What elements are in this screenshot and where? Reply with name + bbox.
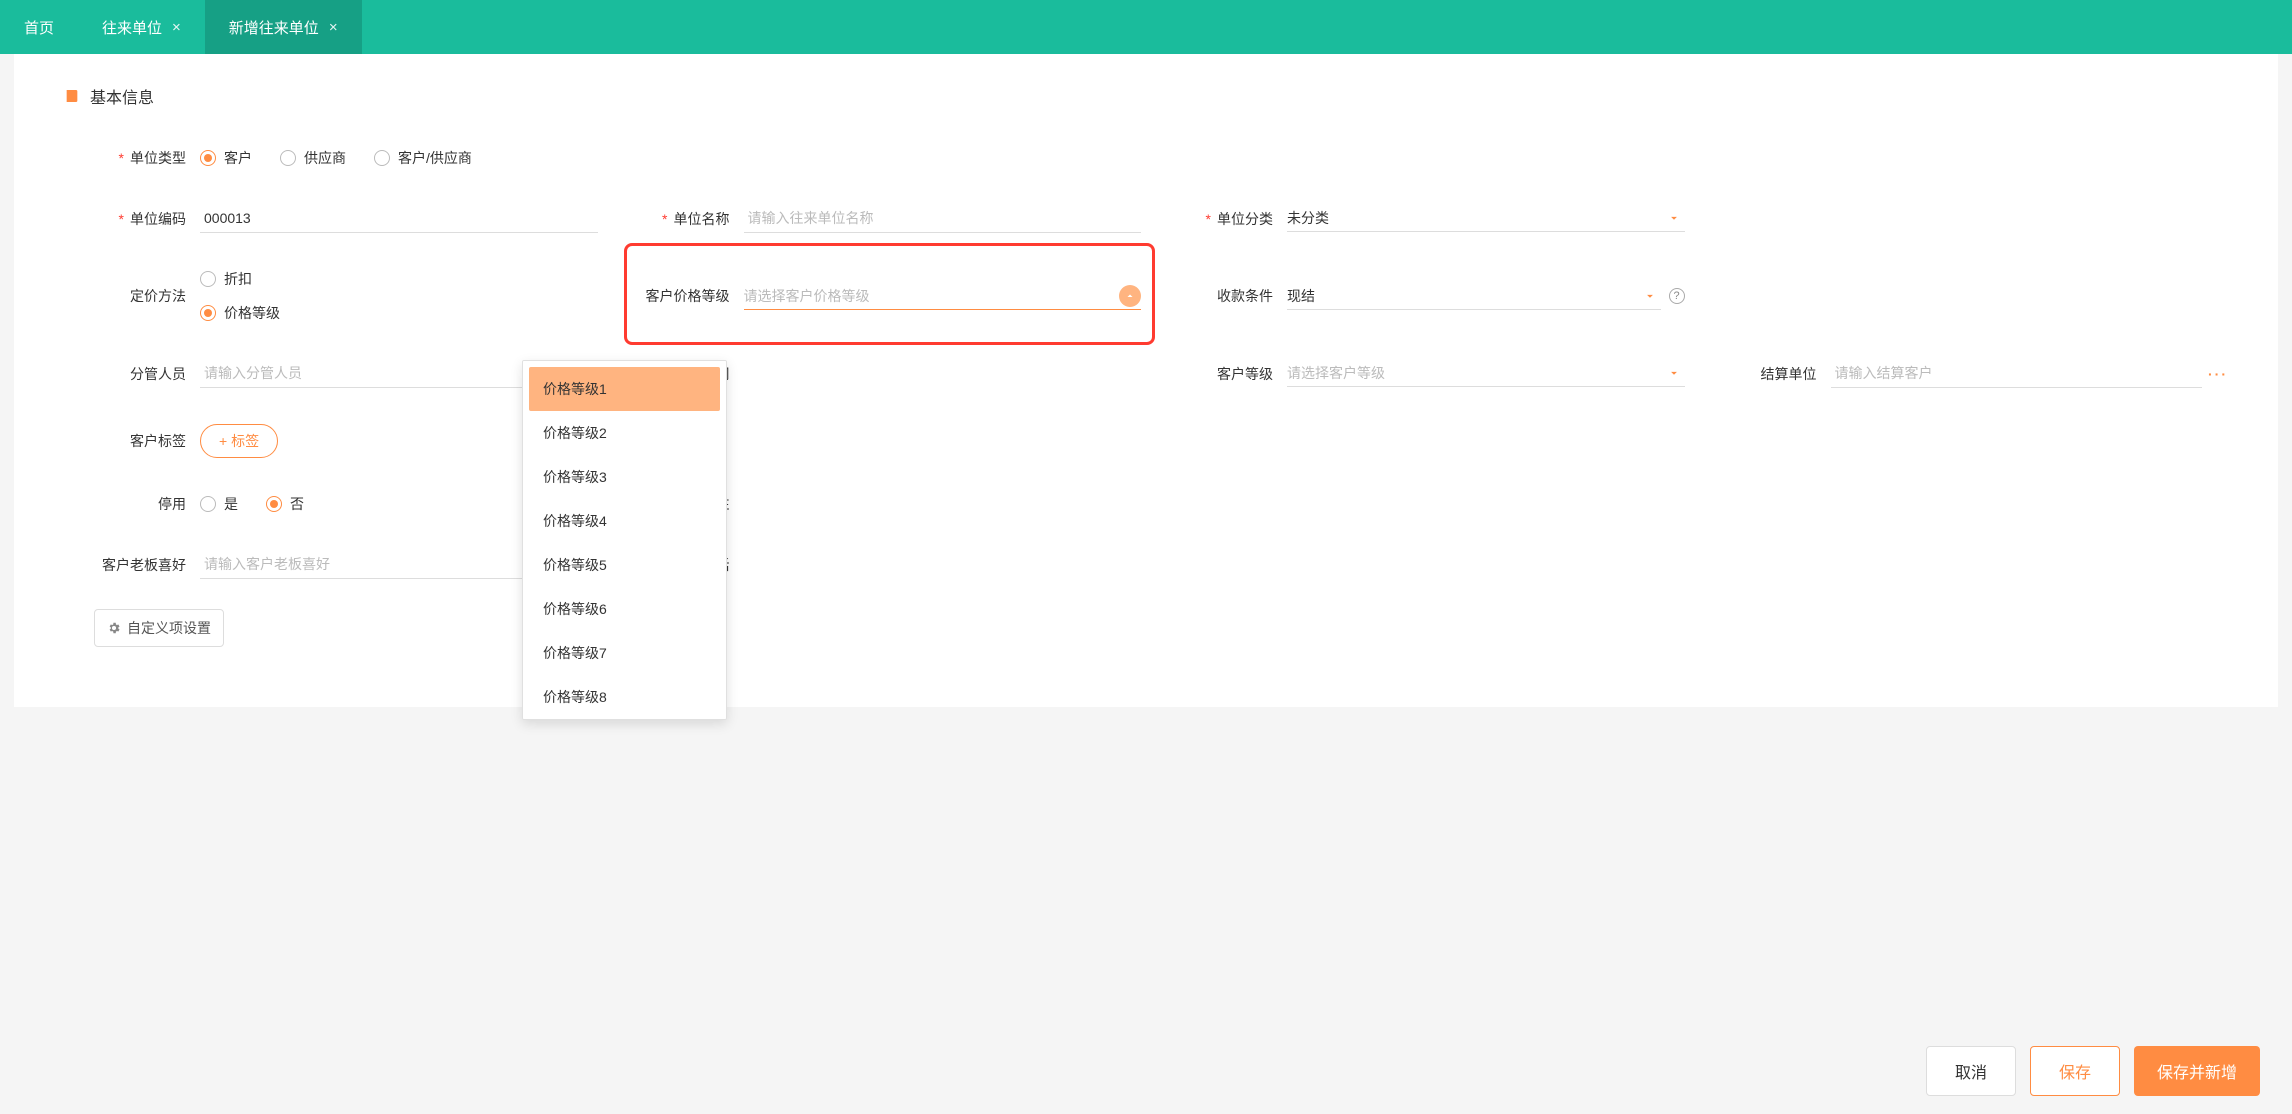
dropdown-item[interactable]: 价格等级8	[529, 675, 720, 719]
form-panel: 基本信息 单位类型 客户 供应商 客户/供应商 单位编码 单位名称 单位分类	[14, 54, 2278, 707]
label-unit-category: 单位分类	[1181, 209, 1273, 229]
dropdown-item[interactable]: 价格等级3	[529, 455, 720, 499]
label-unit-name: 单位名称	[638, 209, 730, 229]
chevron-down-icon	[1639, 285, 1661, 307]
price-level-select[interactable]: 请选择客户价格等级	[744, 283, 1142, 310]
form-grid: 单位类型 客户 供应商 客户/供应商 单位编码 单位名称 单位分类 未分类	[64, 148, 2228, 579]
radio-both[interactable]: 客户/供应商	[374, 148, 472, 168]
radio-supplier[interactable]: 供应商	[280, 148, 346, 168]
label-unit-code: 单位编码	[94, 209, 186, 229]
chevron-down-icon	[1663, 362, 1685, 384]
dropdown-item[interactable]: 价格等级5	[529, 543, 720, 587]
ellipsis-icon[interactable]: ···	[2208, 366, 2228, 382]
chevron-up-icon	[1119, 285, 1141, 307]
dropdown-item[interactable]: 价格等级1	[529, 367, 720, 411]
field-settlement: 结算单位 ···	[1725, 359, 2229, 388]
close-icon[interactable]: ×	[172, 19, 181, 36]
tab-bar: 首页 往来单位 × 新增往来单位 ×	[0, 0, 2292, 54]
customer-level-select[interactable]: 请选择客户等级	[1287, 360, 1685, 387]
dropdown-item[interactable]: 价格等级4	[529, 499, 720, 543]
footer-actions: 取消 保存 保存并新增	[1926, 1046, 2260, 1096]
custom-settings-button[interactable]: 自定义项设置	[94, 609, 224, 647]
field-price-level: 客户价格等级 请选择客户价格等级	[638, 269, 1142, 323]
payment-terms-select[interactable]: 现结	[1287, 283, 1661, 310]
label-manager: 分管人员	[94, 364, 186, 384]
save-button[interactable]: 保存	[2030, 1046, 2120, 1096]
tab-new-label: 新增往来单位	[229, 17, 319, 38]
label-price-level: 客户价格等级	[638, 286, 730, 306]
tab-new[interactable]: 新增往来单位 ×	[205, 0, 362, 54]
section-title: 基本信息	[90, 84, 154, 108]
radio-yes[interactable]: 是	[200, 494, 238, 514]
radio-group-unit-type: 客户 供应商 客户/供应商	[200, 148, 472, 168]
radio-customer[interactable]: 客户	[200, 148, 252, 168]
field-payment-terms: 收款条件 现结 ?	[1181, 269, 1685, 323]
unit-category-select[interactable]: 未分类	[1287, 205, 1685, 232]
field-unit-code: 单位编码	[94, 204, 598, 233]
label-tag: 客户标签	[94, 431, 186, 451]
label-disabled: 停用	[94, 494, 186, 514]
tab-list[interactable]: 往来单位 ×	[78, 0, 205, 54]
field-pricing: 定价方法 折扣 价格等级	[94, 269, 598, 323]
tab-home-label: 首页	[24, 17, 54, 38]
tab-list-label: 往来单位	[102, 17, 162, 38]
cancel-button[interactable]: 取消	[1926, 1046, 2016, 1096]
notes-icon	[64, 88, 80, 104]
radio-discount[interactable]: 折扣	[200, 269, 280, 289]
unit-code-input[interactable]	[200, 204, 598, 233]
tab-home[interactable]: 首页	[0, 0, 78, 54]
section-header: 基本信息	[64, 84, 2228, 108]
dropdown-item[interactable]: 价格等级6	[529, 587, 720, 631]
radio-no[interactable]: 否	[266, 494, 304, 514]
add-tag-button[interactable]: + 标签	[200, 424, 278, 458]
chevron-down-icon	[1663, 207, 1685, 229]
field-unit-category: 单位分类 未分类	[1181, 204, 1685, 233]
save-and-new-button[interactable]: 保存并新增	[2134, 1046, 2260, 1096]
gear-icon	[107, 621, 121, 635]
dropdown-item[interactable]: 价格等级7	[529, 631, 720, 675]
label-pricing: 定价方法	[94, 286, 186, 306]
field-tag: 客户标签 + 标签	[94, 424, 2228, 458]
radio-price-level[interactable]: 价格等级	[200, 303, 280, 323]
field-unit-type: 单位类型 客户 供应商 客户/供应商	[94, 148, 2228, 168]
label-settlement: 结算单位	[1725, 364, 1817, 384]
label-payment-terms: 收款条件	[1181, 286, 1273, 306]
manager-input[interactable]	[200, 359, 572, 388]
radio-group-pricing: 折扣 价格等级	[200, 269, 280, 323]
field-unit-name: 单位名称	[638, 204, 1142, 233]
dropdown-item[interactable]: 价格等级2	[529, 411, 720, 455]
radio-group-disabled: 是 否	[200, 494, 304, 514]
close-icon[interactable]: ×	[329, 19, 338, 36]
field-customer-level: 客户等级 请选择客户等级	[1181, 359, 1685, 388]
label-boss-pref: 客户老板喜好	[94, 555, 186, 575]
unit-name-input[interactable]	[744, 204, 1142, 233]
price-level-dropdown[interactable]: 价格等级1 价格等级2 价格等级3 价格等级4 价格等级5 价格等级6 价格等级…	[522, 360, 727, 720]
help-icon[interactable]: ?	[1669, 288, 1685, 304]
settlement-input[interactable]	[1831, 359, 2203, 388]
label-customer-level: 客户等级	[1181, 364, 1273, 384]
label-unit-type: 单位类型	[94, 148, 186, 168]
